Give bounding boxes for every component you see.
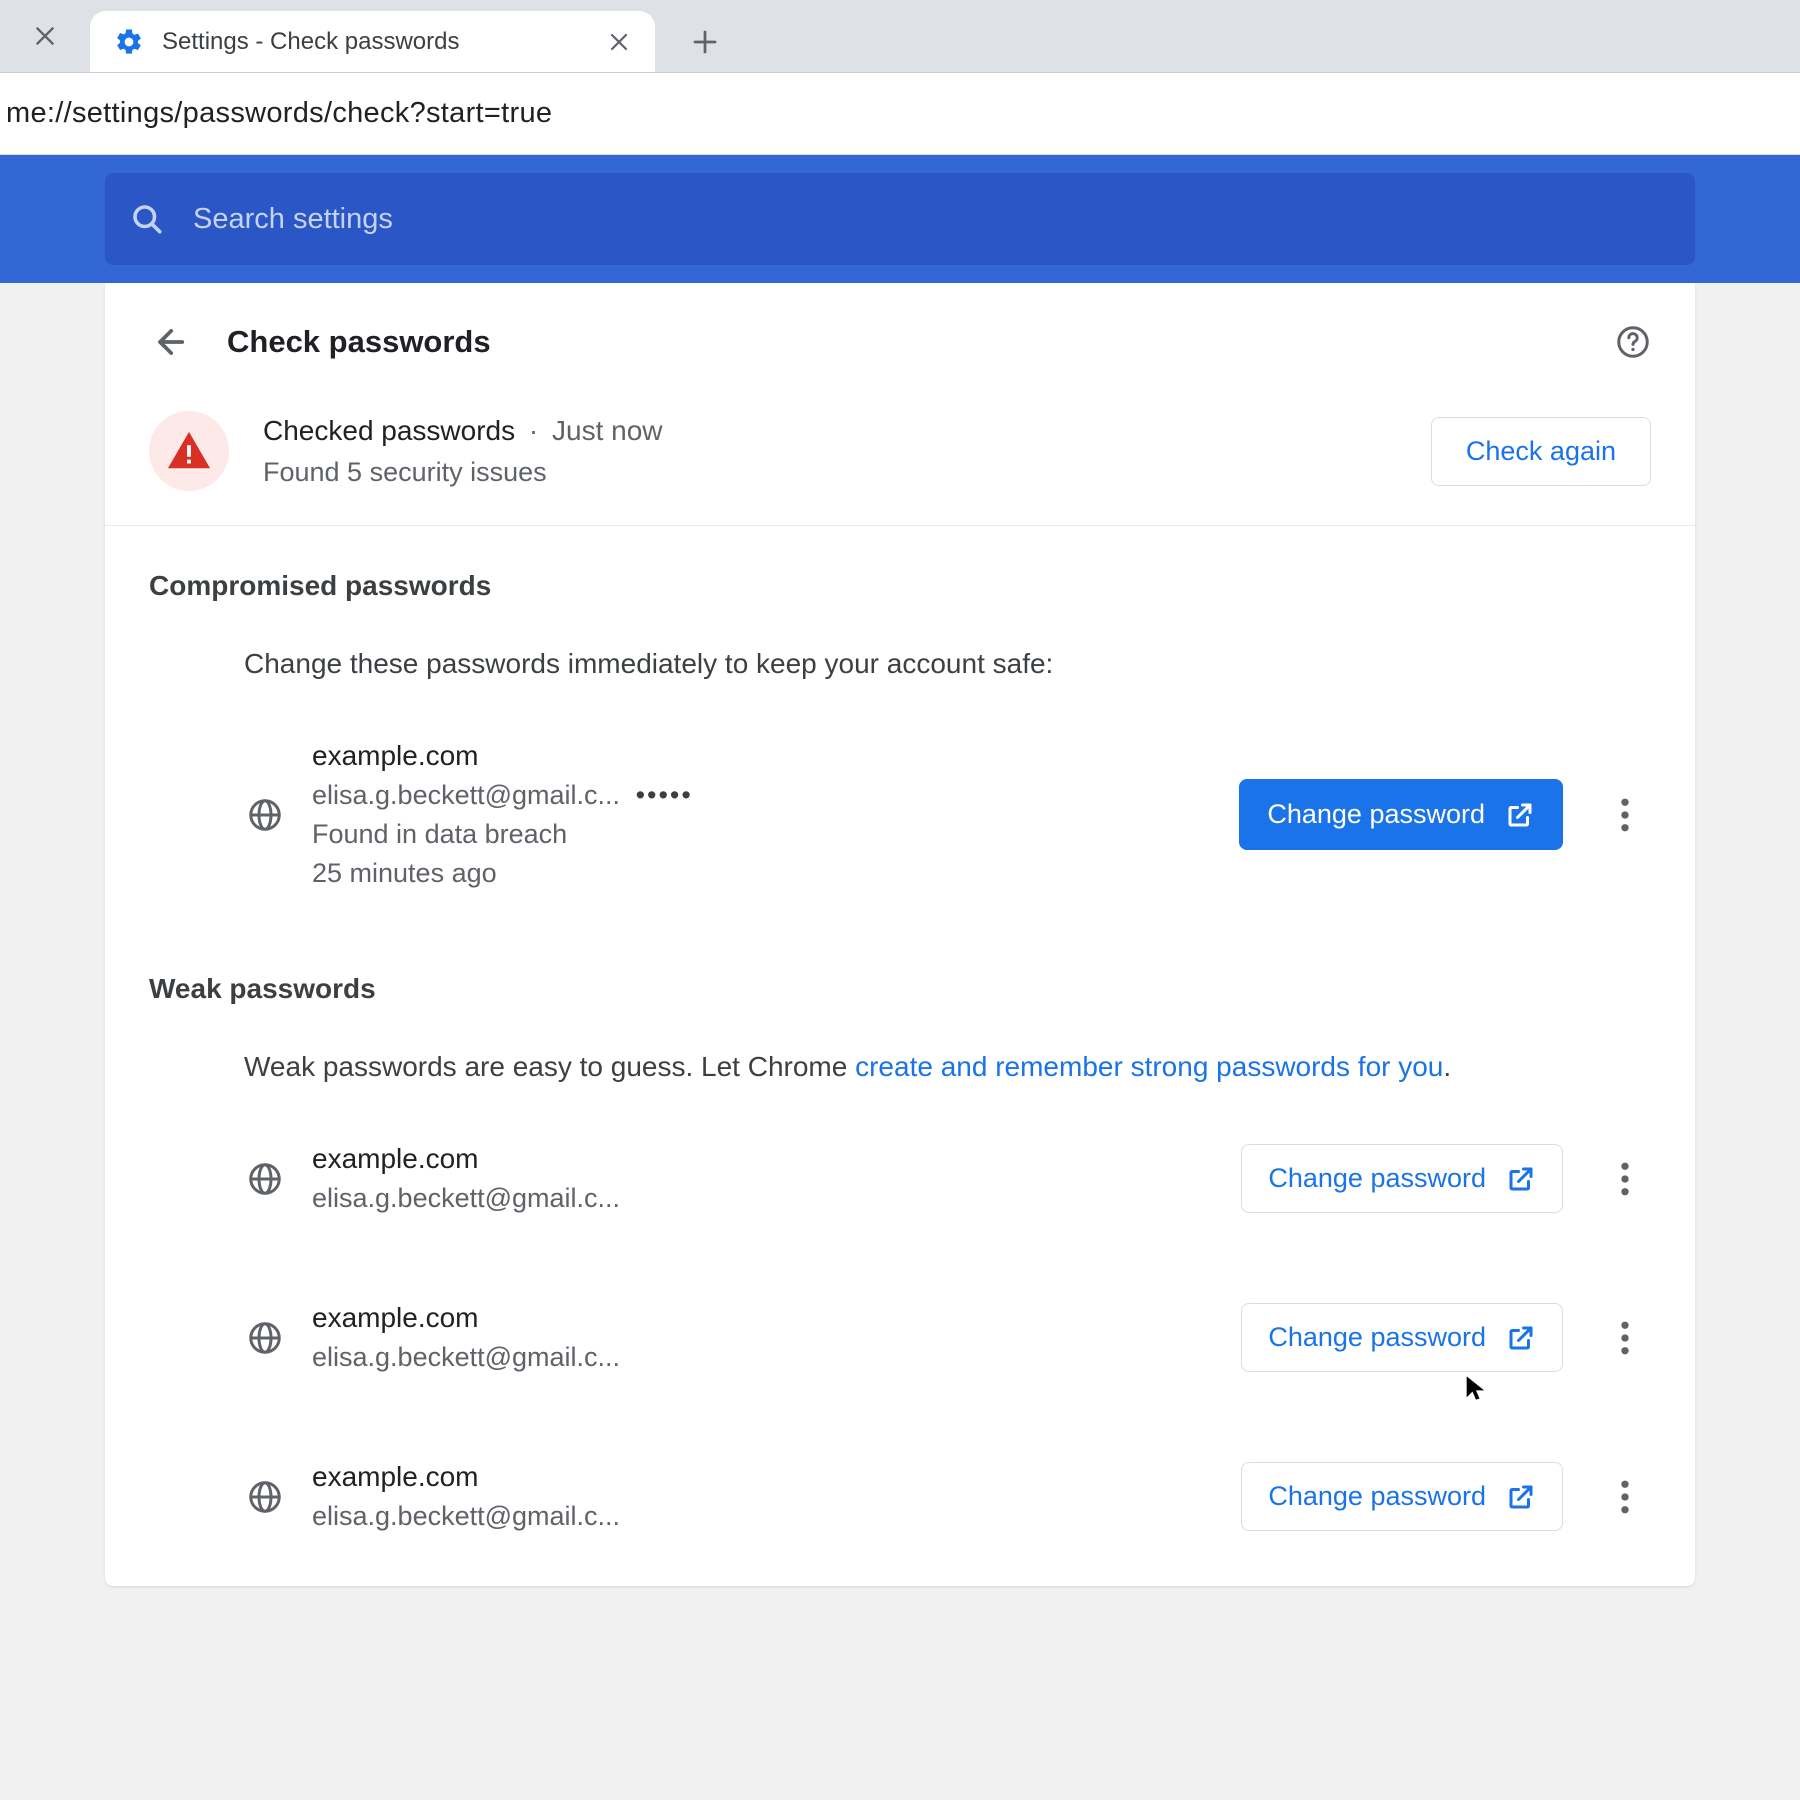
more-vert-icon <box>1620 1321 1630 1355</box>
settings-header <box>0 155 1800 283</box>
username: elisa.g.beckett@gmail.c... <box>312 1342 1241 1373</box>
summary-detail: Found 5 security issues <box>263 457 663 488</box>
button-label: Change password <box>1268 1481 1486 1512</box>
tab-title: Settings - Check passwords <box>162 28 607 56</box>
compromise-time: 25 minutes ago <box>312 858 1239 889</box>
weak-section: Weak passwords Weak passwords are easy t… <box>105 903 1695 1546</box>
change-password-button[interactable]: Change password <box>1241 1462 1563 1531</box>
change-password-button[interactable]: Change password <box>1241 1303 1563 1372</box>
button-label: Change password <box>1268 1163 1486 1194</box>
search-icon <box>129 201 165 237</box>
site-name: example.com <box>312 1302 1241 1334</box>
more-options-button[interactable] <box>1599 1153 1651 1205</box>
site-name: example.com <box>312 1461 1241 1493</box>
change-password-button[interactable]: Change password <box>1239 779 1563 850</box>
warning-icon <box>166 428 212 474</box>
previous-tab-close[interactable] <box>0 0 90 72</box>
globe-icon <box>247 1161 283 1197</box>
tab-strip: Settings - Check passwords <box>0 0 1800 73</box>
more-vert-icon <box>1620 798 1630 832</box>
globe-icon <box>247 1479 283 1515</box>
weak-password-row: example.com elisa.g.beckett@gmail.c... C… <box>149 1129 1651 1228</box>
site-icon <box>244 1161 286 1197</box>
check-again-button[interactable]: Check again <box>1431 417 1651 486</box>
content-card: Check passwords Checked passwords · Just… <box>105 283 1695 1586</box>
username: elisa.g.beckett@gmail.c... <box>312 1183 1241 1214</box>
more-vert-icon <box>1620 1162 1630 1196</box>
strong-passwords-link[interactable]: create and remember strong passwords for… <box>855 1051 1443 1082</box>
username: elisa.g.beckett@gmail.c... <box>312 780 620 810</box>
help-icon <box>1615 324 1651 360</box>
weak-password-row: example.com elisa.g.beckett@gmail.c... C… <box>149 1288 1651 1387</box>
page-title: Check passwords <box>227 324 1615 360</box>
subtitle-post: . <box>1443 1051 1451 1082</box>
open-external-icon <box>1506 1482 1536 1512</box>
globe-icon <box>247 1320 283 1356</box>
address-bar[interactable]: me://settings/passwords/check?start=true <box>0 73 1800 155</box>
button-label: Change password <box>1268 1322 1486 1353</box>
open-external-icon <box>1506 1164 1536 1194</box>
more-options-button[interactable] <box>1599 1312 1651 1364</box>
change-password-button[interactable]: Change password <box>1241 1144 1563 1213</box>
open-external-icon <box>1506 1323 1536 1353</box>
close-icon[interactable] <box>607 30 631 54</box>
gear-icon <box>114 27 144 57</box>
password-mask: ••••• <box>636 780 693 810</box>
active-tab[interactable]: Settings - Check passwords <box>90 11 655 72</box>
search-input[interactable] <box>193 203 1671 236</box>
site-icon <box>244 1320 286 1356</box>
plus-icon <box>690 27 720 57</box>
username: elisa.g.beckett@gmail.c... <box>312 1501 1241 1532</box>
globe-icon <box>247 797 283 833</box>
compromised-password-row: example.com elisa.g.beckett@gmail.c... •… <box>149 726 1651 903</box>
summary-text: Checked passwords · Just now Found 5 sec… <box>263 415 663 488</box>
subtitle-pre: Weak passwords are easy to guess. Let Ch… <box>244 1051 855 1082</box>
cursor-pointer-icon <box>1462 1374 1490 1402</box>
more-options-button[interactable] <box>1599 789 1651 841</box>
section-subtitle: Change these passwords immediately to ke… <box>149 648 1651 680</box>
separator: · <box>523 415 544 446</box>
back-button[interactable] <box>149 323 187 361</box>
site-name: example.com <box>312 740 1239 772</box>
section-subtitle: Weak passwords are easy to guess. Let Ch… <box>149 1051 1651 1083</box>
more-options-button[interactable] <box>1599 1471 1651 1523</box>
section-title: Weak passwords <box>149 973 1651 1005</box>
more-vert-icon <box>1620 1480 1630 1514</box>
help-button[interactable] <box>1615 324 1651 360</box>
new-tab-button[interactable] <box>675 12 735 72</box>
weak-password-row: example.com elisa.g.beckett@gmail.c... C… <box>149 1447 1651 1546</box>
summary-label: Checked passwords <box>263 415 515 446</box>
open-external-icon <box>1505 800 1535 830</box>
summary-row: Checked passwords · Just now Found 5 sec… <box>105 393 1695 526</box>
site-name: example.com <box>312 1143 1241 1175</box>
site-icon <box>244 797 286 833</box>
url-text: me://settings/passwords/check?start=true <box>6 97 552 130</box>
site-icon <box>244 1479 286 1515</box>
button-label: Change password <box>1267 799 1485 830</box>
compromised-section: Compromised passwords Change these passw… <box>105 526 1695 903</box>
section-title: Compromised passwords <box>149 570 1651 602</box>
close-icon <box>32 23 58 49</box>
settings-search[interactable] <box>105 173 1695 265</box>
compromise-reason: Found in data breach <box>312 819 1239 850</box>
warning-badge <box>149 411 229 491</box>
page-header: Check passwords <box>105 283 1695 393</box>
summary-time: Just now <box>552 415 663 446</box>
